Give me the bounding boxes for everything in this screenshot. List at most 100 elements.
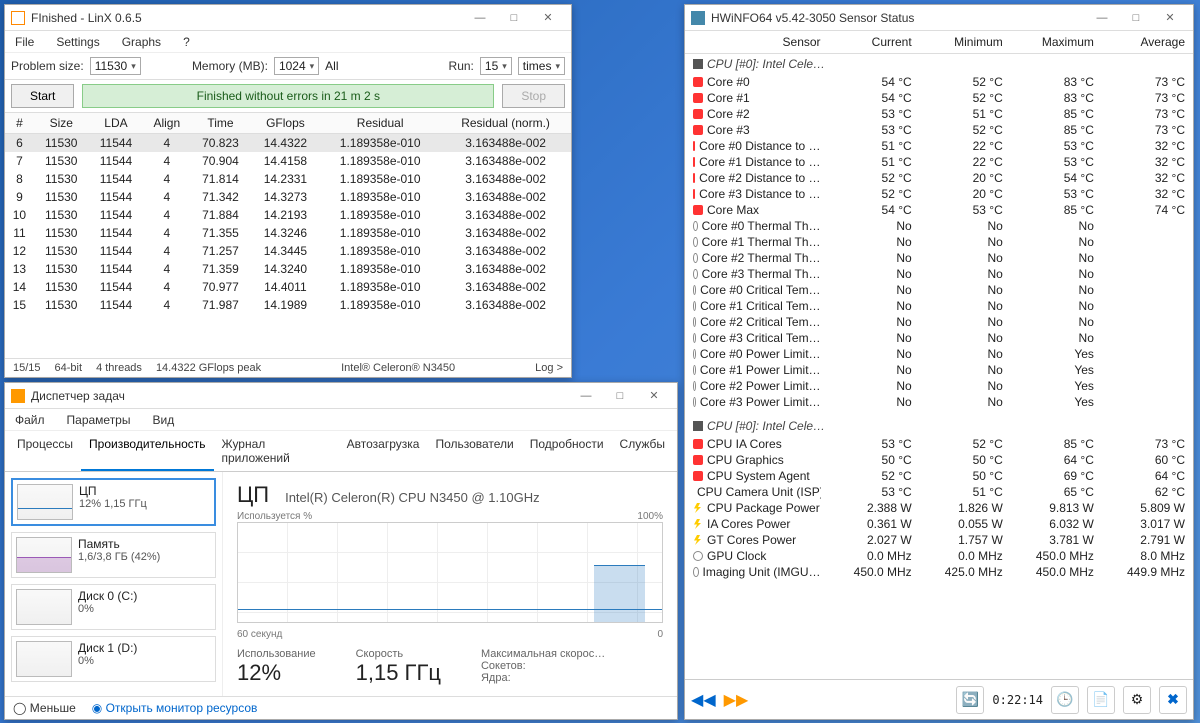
hw-column-header[interactable]: Sensor Current Minimum Maximum Average: [685, 31, 1193, 54]
problem-size-combo[interactable]: 11530: [90, 57, 141, 75]
bolt-icon: [693, 535, 703, 545]
linx-result-row[interactable]: 71153011544470.90414.41581.189358e-0103.…: [5, 152, 571, 170]
sensor-row[interactable]: CPU Graphics50 °C50 °C64 °C60 °C: [685, 452, 1193, 468]
linx-results-grid[interactable]: #SizeLDA AlignTimeGFlops ResidualResidua…: [5, 113, 571, 358]
chip-icon: [693, 59, 703, 69]
close-button[interactable]: ✕: [637, 386, 671, 406]
sensor-row[interactable]: Core #2 Power Limit…NoNoYes: [685, 378, 1193, 394]
linx-result-row[interactable]: 91153011544471.34214.32731.189358e-0103.…: [5, 188, 571, 206]
start-button[interactable]: Start: [11, 84, 74, 108]
footer-log[interactable]: Log >: [535, 362, 563, 374]
linx-result-row[interactable]: 141153011544470.97714.40111.189358e-0103…: [5, 278, 571, 296]
close-button[interactable]: ✕: [531, 8, 565, 28]
linx-titlebar[interactable]: FInished - LinX 0.6.5 — □ ✕: [5, 5, 571, 31]
linx-result-row[interactable]: 81153011544471.81414.23311.189358e-0103.…: [5, 170, 571, 188]
sensor-row[interactable]: Core #054 °C52 °C83 °C73 °C: [685, 74, 1193, 90]
sensor-row[interactable]: Imaging Unit (IMGU…450.0 MHz425.0 MHz450…: [685, 564, 1193, 580]
hw-sensor-list[interactable]: CPU [#0]: Intel Cele… Core #054 °C52 °C8…: [685, 54, 1193, 679]
log-button[interactable]: 📄: [1087, 686, 1115, 714]
tm-titlebar[interactable]: Диспетчер задач — □ ✕: [5, 383, 677, 409]
tab-app-history[interactable]: Журнал приложений: [214, 431, 339, 471]
mem-minigraph: [16, 537, 72, 573]
tab-details[interactable]: Подробности: [522, 431, 612, 471]
menu-file[interactable]: File: [9, 33, 40, 51]
sidebar-memory[interactable]: Память1,6/3,8 ГБ (42%): [11, 532, 216, 578]
bolt-icon: [693, 503, 703, 513]
sensor-row[interactable]: CPU Camera Unit (ISP)53 °C51 °C65 °C62 °…: [685, 484, 1193, 500]
linx-result-row[interactable]: 121153011544471.25714.34451.189358e-0103…: [5, 242, 571, 260]
linx-result-row[interactable]: 131153011544471.35914.32401.189358e-0103…: [5, 260, 571, 278]
sensor-row[interactable]: Core #154 °C52 °C83 °C73 °C: [685, 90, 1193, 106]
close-sensors-button[interactable]: ✖: [1159, 686, 1187, 714]
maximize-button[interactable]: □: [1119, 8, 1153, 28]
tab-services[interactable]: Службы: [612, 431, 673, 471]
temp-icon: [693, 455, 703, 465]
hw-group-cpu2[interactable]: CPU [#0]: Intel Cele…: [685, 416, 1193, 436]
menu-help[interactable]: ?: [177, 33, 196, 51]
sensor-row[interactable]: Core #1 Thermal Th…NoNoNo: [685, 234, 1193, 250]
tab-users[interactable]: Пользователи: [427, 431, 521, 471]
linx-result-row[interactable]: 61153011544470.82314.43221.189358e-0103.…: [5, 134, 571, 153]
clock-icon[interactable]: 🕒: [1051, 686, 1079, 714]
linx-result-row[interactable]: 101153011544471.88414.21931.189358e-0103…: [5, 206, 571, 224]
menu-file[interactable]: Файл: [9, 411, 51, 429]
sensor-row[interactable]: Core #3 Distance to …52 °C20 °C53 °C32 °…: [685, 186, 1193, 202]
nav-prev-button[interactable]: ◀◀: [691, 690, 716, 710]
sensor-row[interactable]: Core #1 Power Limit…NoNoYes: [685, 362, 1193, 378]
linx-result-row[interactable]: 151153011544471.98714.19891.189358e-0103…: [5, 296, 571, 314]
linx-result-row[interactable]: 111153011544471.35514.32461.189358e-0103…: [5, 224, 571, 242]
sensor-row[interactable]: Core #1 Critical Tem…NoNoNo: [685, 298, 1193, 314]
fewer-details[interactable]: ◯ Меньше: [13, 701, 76, 715]
sensor-row[interactable]: CPU System Agent52 °C50 °C69 °C64 °C: [685, 468, 1193, 484]
hw-group-cpu[interactable]: CPU [#0]: Intel Cele…: [685, 54, 1193, 74]
sensor-row[interactable]: Core #253 °C51 °C85 °C73 °C: [685, 106, 1193, 122]
tab-processes[interactable]: Процессы: [9, 431, 81, 471]
menu-graphs[interactable]: Graphs: [116, 33, 167, 51]
sensor-row[interactable]: Core #0 Thermal Th…NoNoNo: [685, 218, 1193, 234]
sensor-row[interactable]: GT Cores Power2.027 W1.757 W3.781 W2.791…: [685, 532, 1193, 548]
maximize-button[interactable]: □: [603, 386, 637, 406]
sidebar-disk1[interactable]: Диск 1 (D:)0%: [11, 636, 216, 682]
sensor-row[interactable]: Core #0 Power Limit…NoNoYes: [685, 346, 1193, 362]
sensor-row[interactable]: Core #3 Power Limit…NoNoYes: [685, 394, 1193, 410]
sensor-row[interactable]: IA Cores Power0.361 W0.055 W6.032 W3.017…: [685, 516, 1193, 532]
sensor-row[interactable]: Core #0 Critical Tem…NoNoNo: [685, 282, 1193, 298]
sensor-row[interactable]: Core #3 Thermal Th…NoNoNo: [685, 266, 1193, 282]
refresh-button[interactable]: 🔄: [956, 686, 984, 714]
sensor-row[interactable]: Core Max54 °C53 °C85 °C74 °C: [685, 202, 1193, 218]
times-combo[interactable]: times: [518, 57, 565, 75]
run-combo[interactable]: 15: [480, 57, 512, 75]
clock-icon: [693, 285, 696, 295]
all-label[interactable]: All: [325, 59, 338, 73]
sensor-row[interactable]: Core #3 Critical Tem…NoNoNo: [685, 330, 1193, 346]
tab-startup[interactable]: Автозагрузка: [339, 431, 428, 471]
open-resmon-link[interactable]: ◉ Открыть монитор ресурсов: [92, 701, 258, 715]
menu-settings[interactable]: Settings: [50, 33, 105, 51]
sidebar-cpu[interactable]: ЦП12% 1,15 ГГц: [11, 478, 216, 526]
sensor-row[interactable]: Core #2 Thermal Th…NoNoNo: [685, 250, 1193, 266]
sensor-row[interactable]: Core #353 °C52 °C85 °C73 °C: [685, 122, 1193, 138]
clock-icon: [693, 237, 698, 247]
close-button[interactable]: ✕: [1153, 8, 1187, 28]
minimize-button[interactable]: —: [463, 8, 497, 28]
memory-combo[interactable]: 1024: [274, 57, 319, 75]
minimize-button[interactable]: —: [1085, 8, 1119, 28]
sensor-row[interactable]: CPU Package Power2.388 W1.826 W9.813 W5.…: [685, 500, 1193, 516]
maximize-button[interactable]: □: [497, 8, 531, 28]
sensor-row[interactable]: Core #0 Distance to …51 °C22 °C53 °C32 °…: [685, 138, 1193, 154]
minimize-button[interactable]: —: [569, 386, 603, 406]
sensor-row[interactable]: Core #2 Critical Tem…NoNoNo: [685, 314, 1193, 330]
sidebar-disk0[interactable]: Диск 0 (C:)0%: [11, 584, 216, 630]
sensor-row[interactable]: Core #1 Distance to …51 °C22 °C53 °C32 °…: [685, 154, 1193, 170]
hw-titlebar[interactable]: HWiNFO64 v5.42-3050 Sensor Status — □ ✕: [685, 5, 1193, 31]
menu-params[interactable]: Параметры: [61, 411, 137, 429]
menu-view[interactable]: Вид: [146, 411, 180, 429]
tab-performance[interactable]: Производительность: [81, 431, 213, 471]
sensor-row[interactable]: Core #2 Distance to …52 °C20 °C54 °C32 °…: [685, 170, 1193, 186]
sensor-row[interactable]: CPU IA Cores53 °C52 °C85 °C73 °C: [685, 436, 1193, 452]
settings-button[interactable]: ⚙: [1123, 686, 1151, 714]
stop-button[interactable]: Stop: [502, 84, 565, 108]
sensor-row[interactable]: GPU Clock0.0 MHz0.0 MHz450.0 MHz8.0 MHz: [685, 548, 1193, 564]
linx-app-icon: [11, 11, 25, 25]
nav-next-button[interactable]: ▶▶: [724, 690, 749, 710]
